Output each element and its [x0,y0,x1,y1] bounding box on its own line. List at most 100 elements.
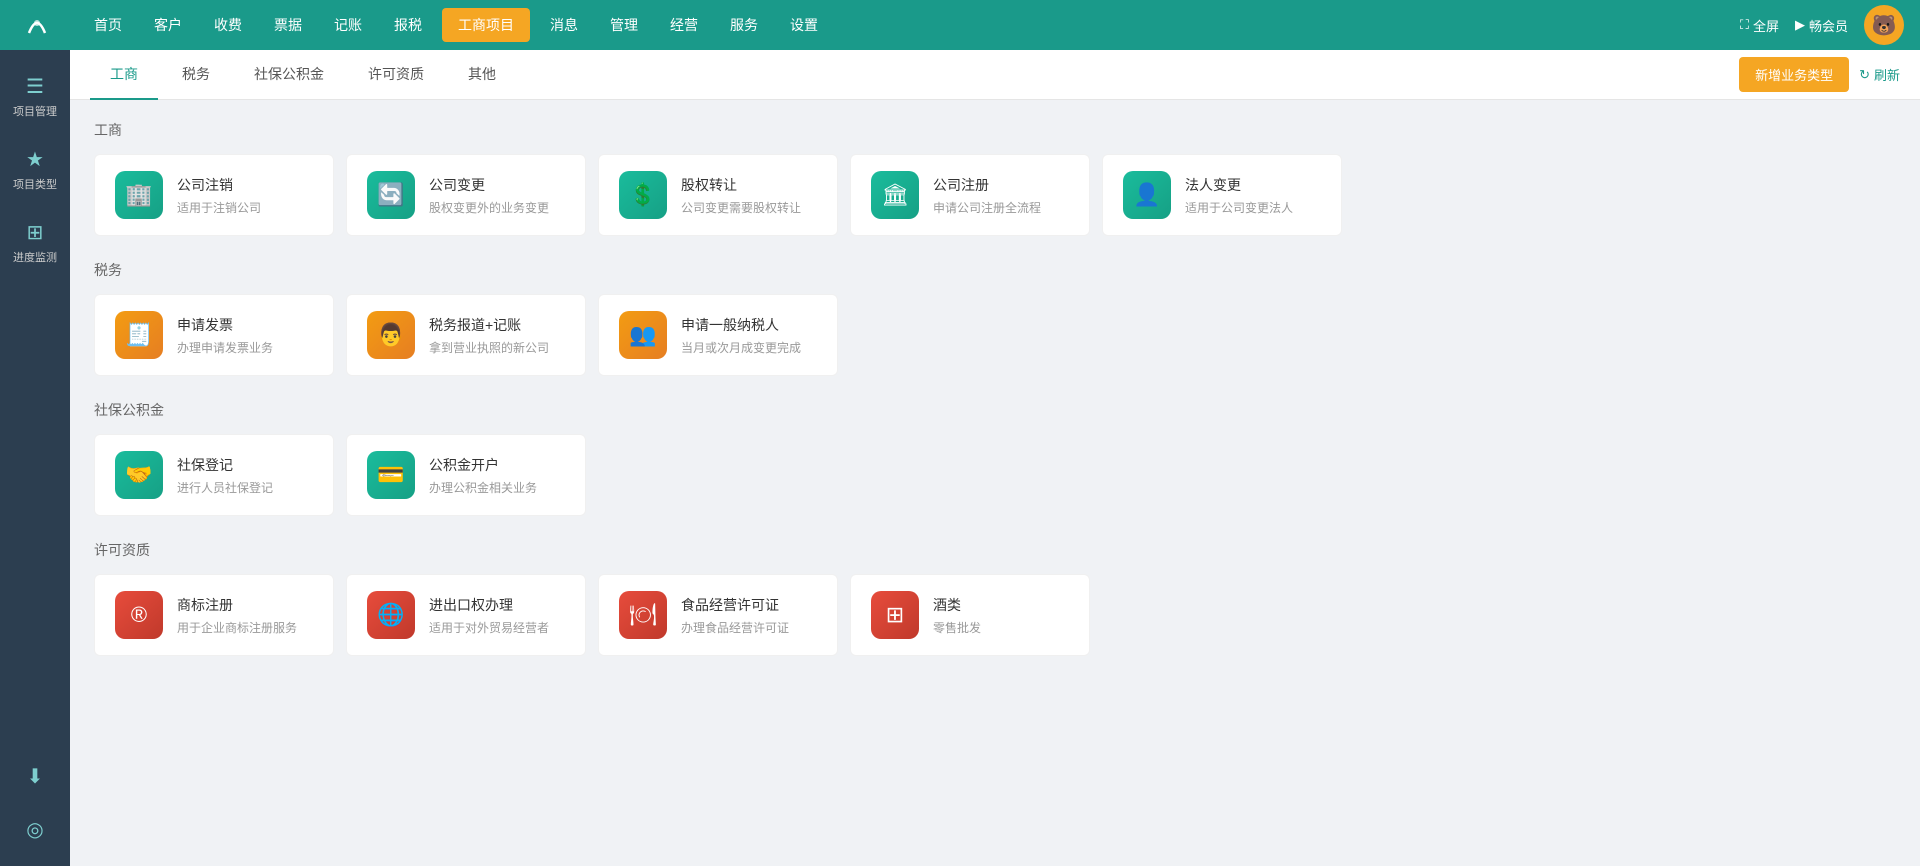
card-icon: 👨 [367,311,415,359]
card-text: 公司变更股权变更外的业务变更 [429,175,549,216]
card-酒类[interactable]: ⊞ 酒类零售批发 [850,574,1090,656]
card-text: 公司注册申请公司注册全流程 [933,175,1041,216]
nav-item-首页[interactable]: 首页 [78,0,138,50]
card-title: 公积金开户 [429,455,537,475]
nav-item-设置[interactable]: 设置 [774,0,834,50]
card-申请发票[interactable]: 🧾申请发票办理申请发票业务 [94,294,334,376]
nav-item-工商项目[interactable]: 工商项目 [442,8,530,42]
card-title: 商标注册 [177,595,297,615]
card-desc: 适用于对外贸易经营者 [429,619,549,636]
sidebar-label: 项目管理 [13,103,57,119]
sidebar-item-项目管理[interactable]: ☰ 项目管理 [0,60,70,133]
card-desc: 申请公司注册全流程 [933,199,1041,216]
card-title: 社保登记 [177,455,273,475]
section-社保公积金: 社保公积金 🤝 社保登记进行人员社保登记 💳 公积金开户办理公积金相关业务 [94,400,1896,516]
sidebar-bottom-item[interactable]: ◎ [0,803,70,856]
card-text: 税务报道+记账拿到营业执照的新公司 [429,315,549,356]
card-icon: 👤 [1123,171,1171,219]
nav-item-经营[interactable]: 经营 [654,0,714,50]
card-股权转让[interactable]: 💲 股权转让公司变更需要股权转让 [598,154,838,236]
tab-许可资质[interactable]: 许可资质 [348,50,444,100]
card-desc: 拿到营业执照的新公司 [429,339,549,356]
logo[interactable] [16,4,58,46]
nav-item-报税[interactable]: 报税 [378,0,438,50]
card-icon: 🤝 [115,451,163,499]
sidebar-icon: ⊞ [27,220,44,245]
card-title: 食品经营许可证 [681,595,789,615]
fullscreen-icon: ⛶ [1740,17,1749,33]
card-公司注册[interactable]: 🏛 公司注册申请公司注册全流程 [850,154,1090,236]
section-工商: 工商 🏢公司注销适用于注销公司🔄公司变更股权变更外的业务变更 💲 股权转让公司变更需要… [94,120,1896,236]
card-text: 商标注册用于企业商标注册服务 [177,595,297,636]
section-title: 许可资质 [94,540,1896,560]
card-title: 酒类 [933,595,981,615]
card-text: 社保登记进行人员社保登记 [177,455,273,496]
card-社保登记[interactable]: 🤝 社保登记进行人员社保登记 [94,434,334,516]
card-desc: 用于企业商标注册服务 [177,619,297,636]
nav-item-记账[interactable]: 记账 [318,0,378,50]
card-icon: 💲 [619,171,667,219]
section-许可资质: 许可资质 ® 商标注册用于企业商标注册服务 🌐进出口权办理适用于对外贸易经营者🍽食品经… [94,540,1896,656]
card-title: 法人变更 [1185,175,1293,195]
nav-item-收费[interactable]: 收费 [198,0,258,50]
tab-bar-actions: 新增业务类型 ↻ 刷新 [1739,57,1900,92]
card-食品经营许可证[interactable]: 🍽食品经营许可证办理食品经营许可证 [598,574,838,656]
refresh-button[interactable]: ↻ 刷新 [1859,65,1900,84]
card-text: 公积金开户办理公积金相关业务 [429,455,537,496]
card-法人变更[interactable]: 👤法人变更适用于公司变更法人 [1102,154,1342,236]
card-title: 税务报道+记账 [429,315,549,335]
sidebar-icon: ★ [26,147,44,172]
card-desc: 进行人员社保登记 [177,479,273,496]
section-税务: 税务 🧾申请发票办理申请发票业务 👨 税务报道+记账拿到营业执照的新公司 👥 申请一般纳税… [94,260,1896,376]
main-layout: ☰项目管理★项目类型⊞进度监测⬇◎ 工商税务社保公积金许可资质其他 新增业务类型… [0,50,1920,866]
tab-其他[interactable]: 其他 [448,50,516,100]
sidebar-item-项目类型[interactable]: ★ 项目类型 [0,133,70,206]
card-title: 公司变更 [429,175,549,195]
card-icon: 🌐 [367,591,415,639]
refresh-icon: ↻ [1859,67,1870,83]
card-icon: ⊞ [871,591,919,639]
tab-社保公积金[interactable]: 社保公积金 [234,50,344,100]
sidebar-item-进度监测[interactable]: ⊞进度监测 [0,206,70,279]
nav-item-客户[interactable]: 客户 [138,0,198,50]
sidebar-bottom-item[interactable]: ⬇ [0,750,70,803]
card-desc: 办理食品经营许可证 [681,619,789,636]
sidebar-icon: ☰ [26,74,44,99]
card-text: 酒类零售批发 [933,595,981,636]
nav-item-服务[interactable]: 服务 [714,0,774,50]
card-text: 申请一般纳税人当月或次月成变更完成 [681,315,801,356]
card-text: 股权转让公司变更需要股权转让 [681,175,801,216]
card-icon: 🏛 [871,171,919,219]
card-icon: 💳 [367,451,415,499]
section-title: 工商 [94,120,1896,140]
new-type-button[interactable]: 新增业务类型 [1739,57,1849,92]
mascot-avatar[interactable]: 🐻 [1864,5,1904,45]
cards-grid: ® 商标注册用于企业商标注册服务 🌐进出口权办理适用于对外贸易经营者🍽食品经营许可证… [94,574,1896,656]
cards-grid: 🧾申请发票办理申请发票业务 👨 税务报道+记账拿到营业执照的新公司 👥 申请一般纳税人当… [94,294,1896,376]
nav-item-管理[interactable]: 管理 [594,0,654,50]
fullscreen-button[interactable]: ⛶ 全屏 [1740,16,1779,35]
top-navigation: 首页客户收费票据记账报税工商项目消息管理经营服务设置 ⛶ 全屏 ▶ 畅会员 🐻 [0,0,1920,50]
sidebar-label: 项目类型 [13,176,57,192]
section-title: 税务 [94,260,1896,280]
card-商标注册[interactable]: ® 商标注册用于企业商标注册服务 [94,574,334,656]
top-nav-right: ⛶ 全屏 ▶ 畅会员 🐻 [1740,5,1904,45]
scroll-content[interactable]: 工商 🏢公司注销适用于注销公司🔄公司变更股权变更外的业务变更 💲 股权转让公司变更需要… [70,100,1920,866]
card-税务报道+记账[interactable]: 👨 税务报道+记账拿到营业执照的新公司 [346,294,586,376]
card-进出口权办理[interactable]: 🌐进出口权办理适用于对外贸易经营者 [346,574,586,656]
card-公积金开户[interactable]: 💳 公积金开户办理公积金相关业务 [346,434,586,516]
sidebar: ☰ 项目管理 ★ 项目类型 ⊞进度监测 ⬇◎ [0,50,70,866]
card-icon: ® [115,591,163,639]
card-公司注销[interactable]: 🏢公司注销适用于注销公司 [94,154,334,236]
nav-item-消息[interactable]: 消息 [534,0,594,50]
section-title: 社保公积金 [94,400,1896,420]
card-icon: 👥 [619,311,667,359]
nav-item-票据[interactable]: 票据 [258,0,318,50]
tab-税务[interactable]: 税务 [162,50,230,100]
card-申请一般纳税人[interactable]: 👥 申请一般纳税人当月或次月成变更完成 [598,294,838,376]
card-公司变更[interactable]: 🔄公司变更股权变更外的业务变更 [346,154,586,236]
card-icon: 🏢 [115,171,163,219]
vip-button[interactable]: ▶ 畅会员 [1795,16,1848,35]
nav-items: 首页客户收费票据记账报税工商项目消息管理经营服务设置 [78,0,1740,50]
tab-工商[interactable]: 工商 [90,50,158,100]
